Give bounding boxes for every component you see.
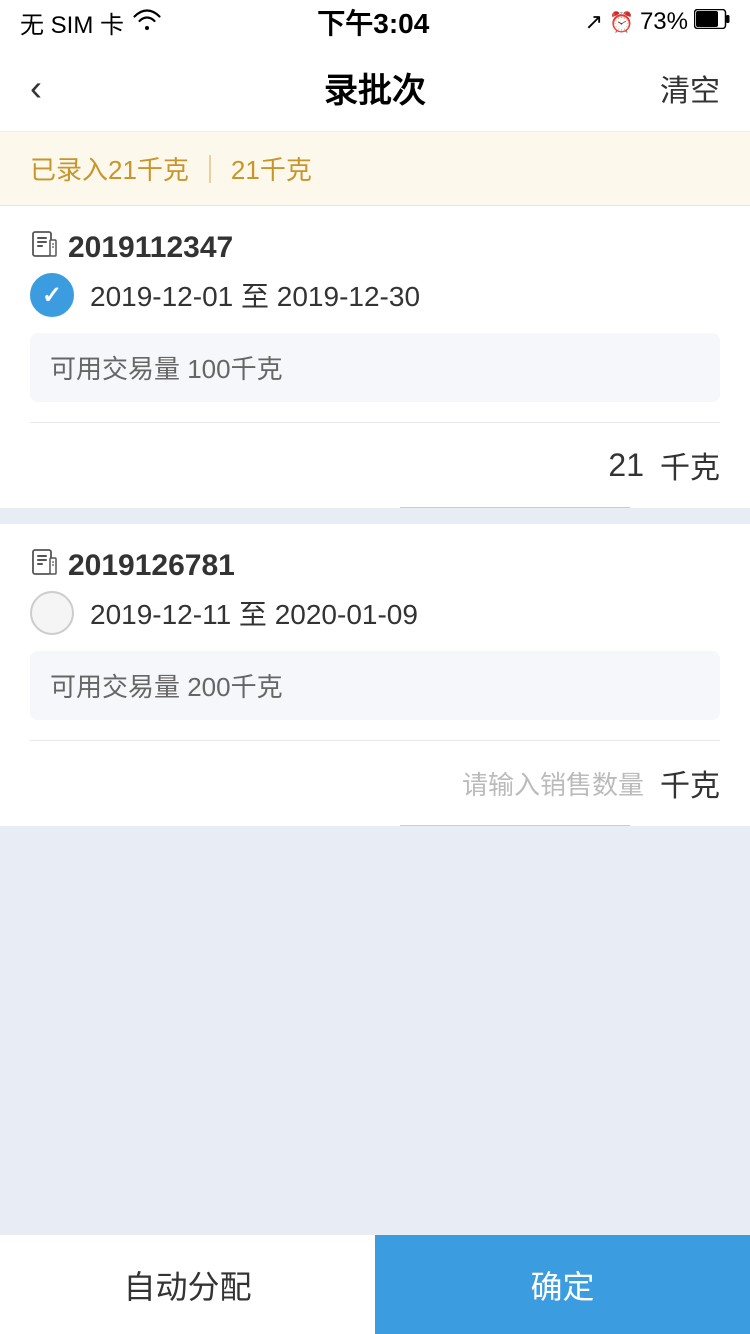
sim-label: 无 SIM 卡	[20, 5, 124, 40]
batch-qty-input-2[interactable]	[224, 765, 644, 802]
batch-id-2: 2019126781	[68, 549, 235, 583]
batch-card-2: 2019126781 2019-12-11 至 2020-01-09 可用交易量…	[0, 524, 750, 826]
batch-qty-unit-1: 千克	[660, 443, 720, 487]
info-banner: 已录入21千克 21千克	[0, 132, 750, 206]
info-divider	[209, 155, 211, 183]
info-value: 21千克	[231, 150, 312, 187]
batch-qty-row-2: 千克	[0, 741, 750, 825]
status-right: ↗ ⏰ 73%	[585, 8, 730, 36]
batch-date-row-2[interactable]: 2019-12-11 至 2020-01-09	[0, 591, 750, 651]
batch-doc-icon-1	[30, 230, 58, 265]
status-time: 下午3:04	[317, 2, 429, 42]
batch-radio-2[interactable]	[30, 591, 74, 635]
batch-avail-1: 可用交易量 100千克	[30, 333, 720, 402]
batch-date-2: 2019-12-11 至 2020-01-09	[90, 593, 418, 633]
info-recorded-label: 已录入21千克	[30, 150, 189, 187]
status-left: 无 SIM 卡	[20, 5, 162, 40]
auto-distribute-button[interactable]: 自动分配	[0, 1235, 375, 1334]
batch-header-2: 2019126781	[0, 524, 750, 591]
nav-bar: ‹ 录批次 清空	[0, 44, 750, 132]
empty-area	[0, 826, 750, 1266]
wifi-icon	[132, 8, 162, 37]
batch-qty-row-1: 千克	[0, 423, 750, 507]
location-icon: ↗	[585, 9, 603, 35]
status-bar: 无 SIM 卡 下午3:04 ↗ ⏰ 73%	[0, 0, 750, 44]
batch-doc-icon-2	[30, 548, 58, 583]
batch-card-1: 2019112347 2019-12-01 至 2019-12-30 可用交易量…	[0, 206, 750, 508]
clear-button[interactable]: 清空	[660, 66, 720, 110]
alarm-icon: ⏰	[609, 10, 634, 35]
confirm-button[interactable]: 确定	[375, 1235, 750, 1334]
batch-date-row-1[interactable]: 2019-12-01 至 2019-12-30	[0, 273, 750, 333]
batch-qty-input-1[interactable]	[224, 447, 644, 484]
batch-qty-unit-2: 千克	[660, 761, 720, 805]
batch-date-1: 2019-12-01 至 2019-12-30	[90, 275, 420, 315]
battery-icon	[694, 8, 730, 36]
battery-label: 73%	[640, 8, 688, 36]
batch-radio-1[interactable]	[30, 273, 74, 317]
batch-header-1: 2019112347	[0, 206, 750, 273]
page-title: 录批次	[324, 63, 426, 112]
section-separator	[0, 508, 750, 524]
bottom-bar: 自动分配 确定	[0, 1234, 750, 1334]
back-button[interactable]: ‹	[30, 67, 42, 109]
batch-id-1: 2019112347	[68, 231, 233, 265]
batch-avail-2: 可用交易量 200千克	[30, 651, 720, 720]
